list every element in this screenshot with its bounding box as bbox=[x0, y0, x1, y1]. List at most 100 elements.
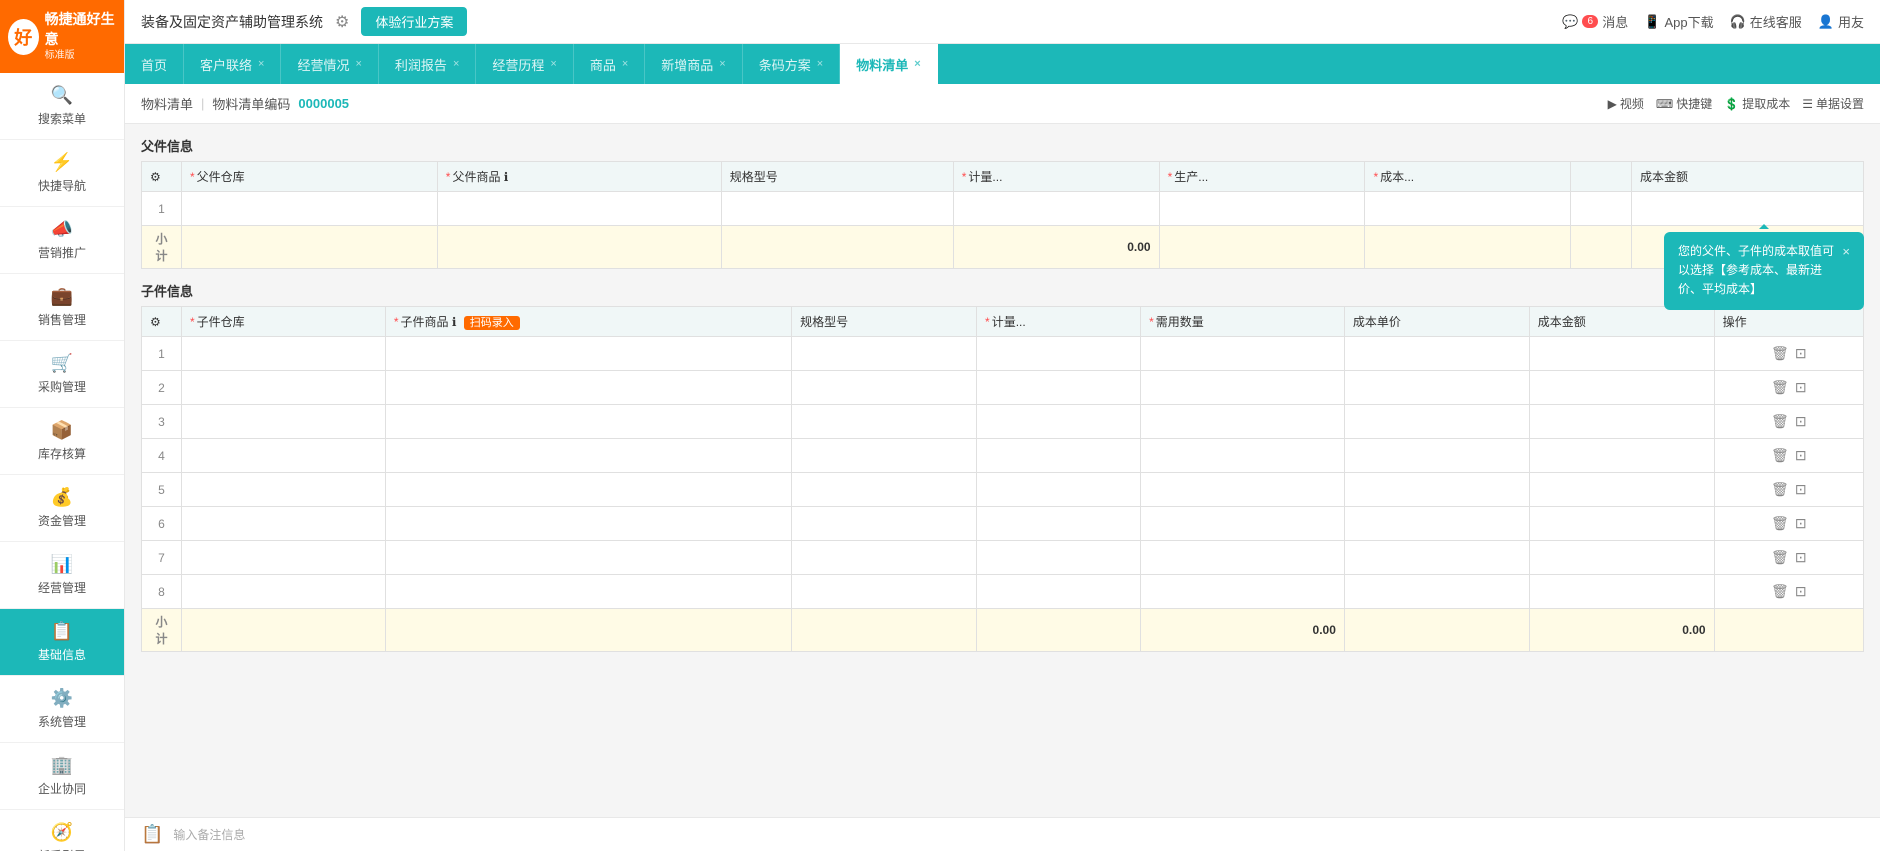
child-quantity-cell[interactable] bbox=[1141, 575, 1345, 609]
sidebar-item-guide[interactable]: 🧭新手引导 bbox=[0, 810, 124, 851]
child-goods-cell[interactable] bbox=[385, 507, 791, 541]
parent-goods-cell[interactable] bbox=[437, 192, 721, 226]
child-goods-cell[interactable] bbox=[385, 575, 791, 609]
bottom-bar-text[interactable]: 输入备注信息 bbox=[173, 826, 245, 843]
header-service[interactable]: 🎧在线客服 bbox=[1730, 12, 1802, 31]
parent-cost-cell[interactable] bbox=[1365, 192, 1571, 226]
child-quantity-cell[interactable] bbox=[1141, 473, 1345, 507]
child-goods-cell[interactable] bbox=[385, 371, 791, 405]
child-spec-cell[interactable] bbox=[792, 541, 977, 575]
child-goods-cell[interactable] bbox=[385, 439, 791, 473]
child-goods-cell[interactable] bbox=[385, 337, 791, 371]
tooltip-close-button[interactable]: × bbox=[1842, 242, 1850, 263]
sidebar-item-operation[interactable]: 📊经营管理 bbox=[0, 542, 124, 609]
delete-icon[interactable]: 🗑 bbox=[1771, 379, 1789, 396]
parent-col-settings[interactable]: ⚙ bbox=[142, 162, 182, 192]
child-unit-price-cell[interactable] bbox=[1344, 473, 1529, 507]
copy-icon[interactable]: ⊡ bbox=[1795, 515, 1807, 532]
delete-icon[interactable]: 🗑 bbox=[1771, 413, 1789, 430]
tab-add-goods[interactable]: 新增商品× bbox=[645, 44, 742, 84]
action-single-setting[interactable]: ☰单据设置 bbox=[1802, 95, 1864, 112]
settings-icon[interactable]: ⚙ bbox=[335, 12, 349, 32]
child-quantity-cell[interactable] bbox=[1141, 405, 1345, 439]
child-warehouse-cell[interactable] bbox=[182, 473, 386, 507]
sidebar-item-sales[interactable]: 💼销售管理 bbox=[0, 274, 124, 341]
scan-badge[interactable]: 扫码录入 bbox=[464, 316, 520, 330]
child-quantity-cell[interactable] bbox=[1141, 507, 1345, 541]
child-unit-cell[interactable] bbox=[977, 541, 1141, 575]
action-video[interactable]: ▶视频 bbox=[1608, 95, 1644, 112]
tab-close-barcode[interactable]: × bbox=[817, 58, 823, 70]
child-goods-cell[interactable] bbox=[385, 541, 791, 575]
breadcrumb-1[interactable]: 物料清单 bbox=[141, 94, 193, 113]
tab-close-add-goods[interactable]: × bbox=[719, 58, 725, 70]
child-warehouse-cell[interactable] bbox=[182, 439, 386, 473]
child-spec-cell[interactable] bbox=[792, 575, 977, 609]
copy-icon[interactable]: ⊡ bbox=[1795, 549, 1807, 566]
action-cost[interactable]: 💲提取成本 bbox=[1724, 95, 1790, 112]
tab-close-customer[interactable]: × bbox=[258, 58, 264, 70]
delete-icon[interactable]: 🗑 bbox=[1771, 447, 1789, 464]
child-unit-cell[interactable] bbox=[977, 337, 1141, 371]
delete-icon[interactable]: 🗑 bbox=[1771, 515, 1789, 532]
tab-operation-status[interactable]: 经营情况× bbox=[281, 44, 378, 84]
copy-icon[interactable]: ⊡ bbox=[1795, 379, 1807, 396]
child-warehouse-cell[interactable] bbox=[182, 371, 386, 405]
child-goods-cell[interactable] bbox=[385, 405, 791, 439]
copy-icon[interactable]: ⊡ bbox=[1795, 413, 1807, 430]
delete-icon[interactable]: 🗑 bbox=[1771, 345, 1789, 362]
child-unit-price-cell[interactable] bbox=[1344, 575, 1529, 609]
child-unit-price-cell[interactable] bbox=[1344, 541, 1529, 575]
delete-icon[interactable]: 🗑 bbox=[1771, 481, 1789, 498]
child-unit-price-cell[interactable] bbox=[1344, 507, 1529, 541]
child-unit-price-cell[interactable] bbox=[1344, 405, 1529, 439]
sidebar-item-quick-nav[interactable]: ⚡快捷导航 bbox=[0, 140, 124, 207]
child-unit-cell[interactable] bbox=[977, 439, 1141, 473]
child-warehouse-cell[interactable] bbox=[182, 507, 386, 541]
sidebar-item-system[interactable]: ⚙️系统管理 bbox=[0, 676, 124, 743]
header-message[interactable]: 💬6消息 bbox=[1562, 12, 1628, 31]
sidebar-item-marketing[interactable]: 📣营销推广 bbox=[0, 207, 124, 274]
parent-warehouse-cell[interactable] bbox=[182, 192, 438, 226]
tab-goods[interactable]: 商品× bbox=[574, 44, 645, 84]
tab-bom[interactable]: 物料清单× bbox=[840, 44, 937, 84]
sidebar-item-finance[interactable]: 💰资金管理 bbox=[0, 475, 124, 542]
action-shortcut[interactable]: ⌨快捷键 bbox=[1656, 95, 1712, 112]
trial-button[interactable]: 体验行业方案 bbox=[361, 7, 467, 36]
child-col-settings[interactable]: ⚙ bbox=[142, 307, 182, 337]
child-unit-cell[interactable] bbox=[977, 473, 1141, 507]
copy-icon[interactable]: ⊡ bbox=[1795, 345, 1807, 362]
child-spec-cell[interactable] bbox=[792, 507, 977, 541]
copy-icon[interactable]: ⊡ bbox=[1795, 447, 1807, 464]
child-goods-cell[interactable] bbox=[385, 473, 791, 507]
delete-icon[interactable]: 🗑 bbox=[1771, 583, 1789, 600]
child-unit-price-cell[interactable] bbox=[1344, 371, 1529, 405]
delete-icon[interactable]: 🗑 bbox=[1771, 549, 1789, 566]
tab-close-operation-status[interactable]: × bbox=[355, 58, 361, 70]
child-quantity-cell[interactable] bbox=[1141, 541, 1345, 575]
child-quantity-cell[interactable] bbox=[1141, 439, 1345, 473]
child-spec-cell[interactable] bbox=[792, 371, 977, 405]
copy-icon[interactable]: ⊡ bbox=[1795, 481, 1807, 498]
child-warehouse-cell[interactable] bbox=[182, 337, 386, 371]
child-warehouse-cell[interactable] bbox=[182, 541, 386, 575]
tab-close-profit-report[interactable]: × bbox=[453, 58, 459, 70]
copy-icon[interactable]: ⊡ bbox=[1795, 583, 1807, 600]
tab-close-operation-process[interactable]: × bbox=[550, 58, 556, 70]
header-app[interactable]: 📱App下载 bbox=[1644, 12, 1713, 31]
sidebar-item-inventory[interactable]: 📦库存核算 bbox=[0, 408, 124, 475]
header-user[interactable]: 👤用友 bbox=[1818, 12, 1864, 31]
child-spec-cell[interactable] bbox=[792, 405, 977, 439]
tab-close-goods[interactable]: × bbox=[622, 58, 628, 70]
child-unit-price-cell[interactable] bbox=[1344, 439, 1529, 473]
child-spec-cell[interactable] bbox=[792, 439, 977, 473]
child-unit-cell[interactable] bbox=[977, 371, 1141, 405]
parent-produce-cell[interactable] bbox=[1159, 192, 1365, 226]
child-unit-cell[interactable] bbox=[977, 575, 1141, 609]
sidebar-item-search[interactable]: 🔍搜索菜单 bbox=[0, 73, 124, 140]
child-spec-cell[interactable] bbox=[792, 473, 977, 507]
tab-barcode[interactable]: 条码方案× bbox=[743, 44, 840, 84]
child-warehouse-cell[interactable] bbox=[182, 405, 386, 439]
sidebar-item-enterprise[interactable]: 🏢企业协同 bbox=[0, 743, 124, 810]
parent-unit-cell[interactable] bbox=[953, 192, 1159, 226]
